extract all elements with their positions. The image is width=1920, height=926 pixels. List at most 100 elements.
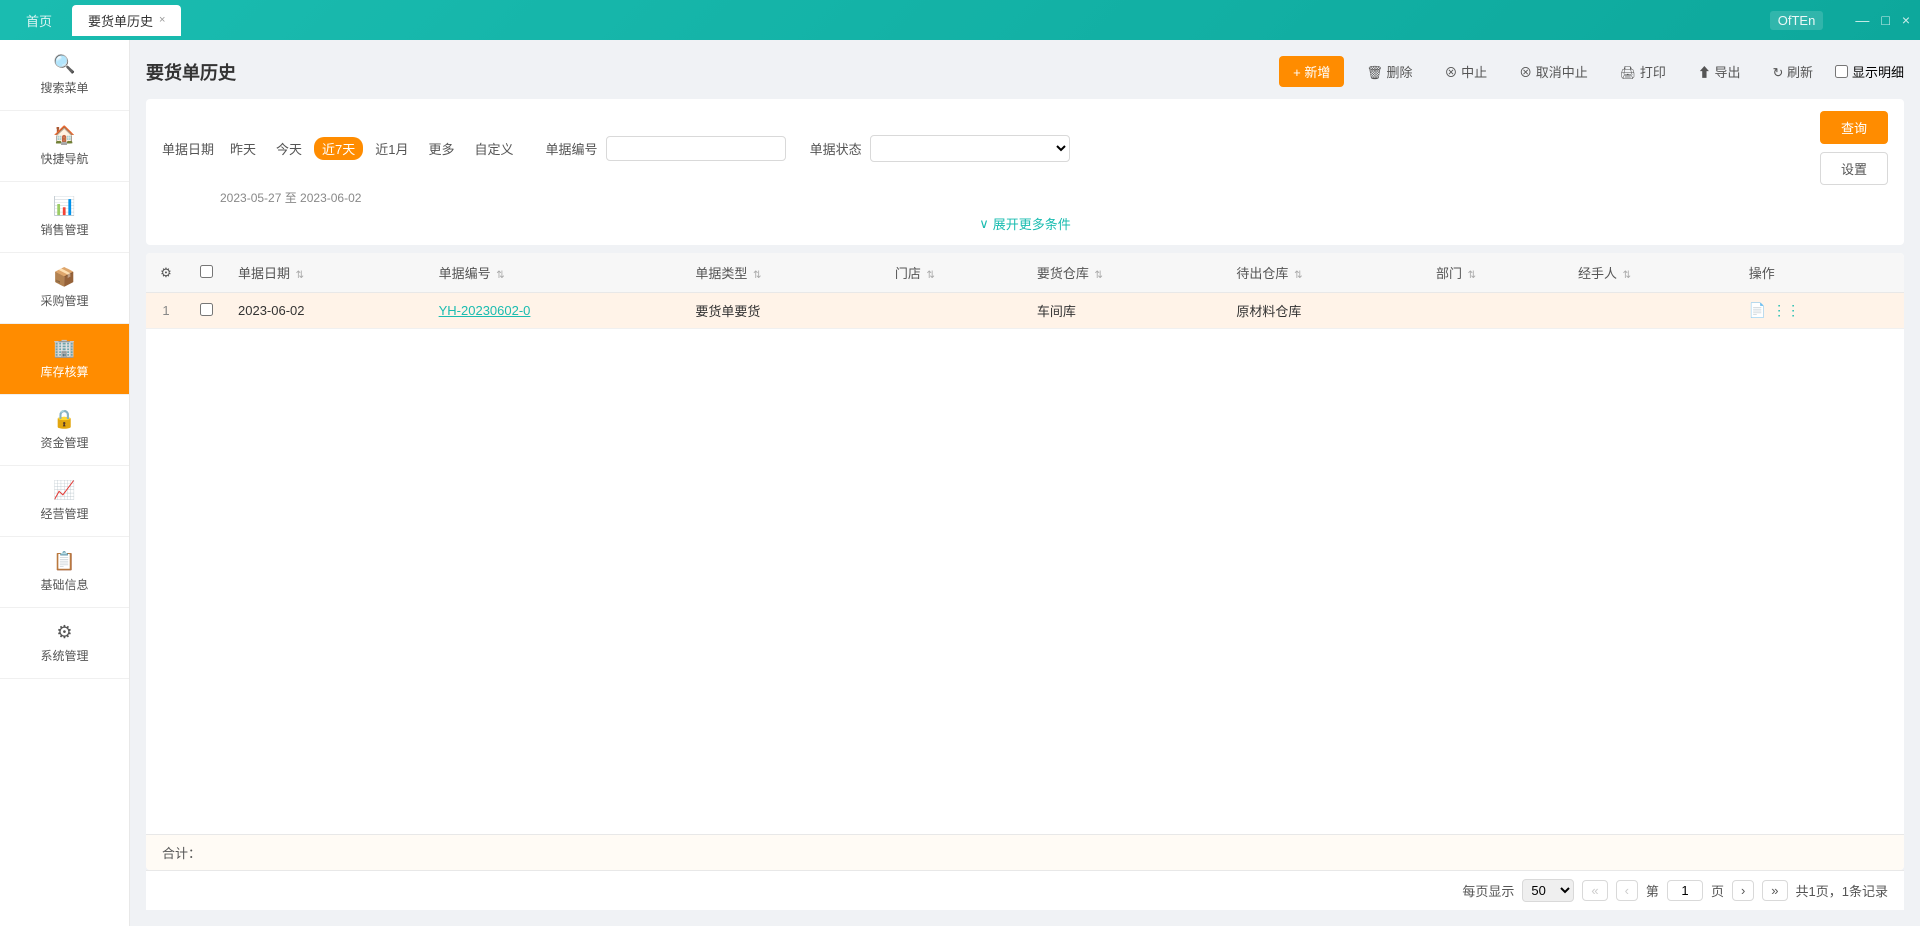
inventory-icon: 🏢 — [53, 338, 75, 359]
row-actions: 📄 ⋮⋮ — [1737, 293, 1904, 329]
display-detail-label: 显示明细 — [1852, 62, 1904, 81]
row-checkbox-cell[interactable] — [186, 293, 226, 329]
per-page-label: 每页显示 — [1462, 881, 1514, 900]
sort-icon-dept: ⇅ — [1468, 270, 1476, 281]
tab-close-icon[interactable]: × — [159, 14, 165, 26]
date-btn-7days[interactable]: 近7天 — [314, 137, 363, 160]
main-layout: 🔍 搜索菜单 🏠 快捷导航 📊 销售管理 📦 采购管理 🏢 库存核算 🔒 资金管… — [0, 40, 1920, 926]
page-label: 第 — [1646, 881, 1659, 900]
sidebar-item-inventory[interactable]: 🏢 库存核算 — [0, 324, 129, 395]
col-type[interactable]: 单据类型 ⇅ — [683, 253, 883, 293]
date-range-display: 2023-05-27 至 2023-06-02 — [220, 189, 1888, 206]
sidebar-item-system-mgmt[interactable]: ⚙ 系统管理 — [0, 608, 129, 679]
select-all-checkbox[interactable] — [200, 265, 213, 278]
row-type: 要货单要货 — [683, 293, 883, 329]
col-store[interactable]: 门店 ⇅ — [883, 253, 1025, 293]
date-btn-1month[interactable]: 近1月 — [367, 137, 416, 160]
maximize-icon[interactable]: □ — [1881, 12, 1889, 28]
sidebar-item-label: 基础信息 — [40, 576, 88, 593]
finance-icon: 🔒 — [53, 409, 75, 430]
row-checkbox[interactable] — [200, 303, 213, 316]
sort-icon-type: ⇅ — [753, 270, 761, 281]
col-settings[interactable]: ⚙ — [146, 253, 186, 293]
sidebar-item-basic-info[interactable]: 📋 基础信息 — [0, 537, 129, 608]
toolbar: + 新增 🗑 删除 ⊗ 中止 ⊗ 取消中止 🖨 打印 ⬆ 导出 ↻ 刷新 显示明… — [1279, 56, 1904, 87]
cancel-suspend-button[interactable]: ⊗ 取消中止 — [1509, 57, 1598, 86]
row-more-icon[interactable]: ⋮⋮ — [1772, 302, 1800, 319]
refresh-button[interactable]: ↻ 刷新 — [1762, 57, 1823, 86]
table-header: ⚙ 单据日期 ⇅ 单据编号 ⇅ 单据类型 — [146, 253, 1904, 293]
sidebar-item-search-menu[interactable]: 🔍 搜索菜单 — [0, 40, 129, 111]
display-detail-toggle[interactable]: 显示明细 — [1835, 62, 1904, 81]
data-table: ⚙ 单据日期 ⇅ 单据编号 ⇅ 单据类型 — [146, 253, 1904, 329]
minimize-icon[interactable]: — — [1855, 12, 1869, 28]
col-number-label: 单据编号 — [439, 266, 491, 281]
display-detail-checkbox[interactable] — [1835, 65, 1848, 78]
sort-icon-date: ⇅ — [296, 270, 304, 281]
ops-icon: 📈 — [53, 480, 75, 501]
row-number[interactable]: YH-20230602-0 — [427, 293, 684, 329]
query-button[interactable]: 查询 — [1820, 111, 1888, 144]
page-unit: 页 — [1711, 881, 1724, 900]
col-actions: 操作 — [1737, 253, 1904, 293]
col-type-label: 单据类型 — [695, 266, 747, 281]
col-dept-label: 部门 — [1436, 266, 1462, 281]
date-btn-more[interactable]: 更多 — [421, 137, 463, 160]
col-date[interactable]: 单据日期 ⇅ — [226, 253, 427, 293]
system-icon: ⚙ — [56, 622, 72, 643]
often-label: OfTEn — [1770, 11, 1824, 30]
per-page-select[interactable]: 50 20 100 — [1522, 879, 1574, 902]
export-button[interactable]: ⬆ 导出 — [1688, 57, 1751, 86]
last-page-btn[interactable]: » — [1762, 880, 1787, 901]
page-number-input[interactable] — [1667, 880, 1703, 901]
tab-active[interactable]: 要货单历史 × — [72, 5, 181, 36]
table-body: 1 2023-06-02 YH-20230602-0 要货单要货 车间库 原材料… — [146, 293, 1904, 329]
filter-row-1: 单据日期 昨天 今天 近7天 近1月 更多 自定义 单据编号 — [162, 111, 1888, 185]
footer-sum: 合计： — [146, 834, 1904, 870]
row-view-icon[interactable]: 📄 — [1749, 302, 1766, 319]
sidebar-item-quick-nav[interactable]: 🏠 快捷导航 — [0, 111, 129, 182]
sidebar-item-sales-mgmt[interactable]: 📊 销售管理 — [0, 182, 129, 253]
date-range-text: 2023-05-27 至 2023-06-02 — [220, 191, 361, 205]
date-btn-today[interactable]: 今天 — [268, 137, 310, 160]
sort-icon-handler: ⇅ — [1623, 270, 1631, 281]
sidebar-item-ops-mgmt[interactable]: 📈 经营管理 — [0, 466, 129, 537]
sidebar-item-label: 销售管理 — [40, 221, 88, 238]
sidebar-item-label: 库存核算 — [40, 363, 88, 380]
date-btn-yesterday[interactable]: 昨天 — [222, 137, 264, 160]
tab-bar: 首页 要货单历史 × — [10, 5, 1770, 36]
expand-more-btn[interactable]: ∨ 展开更多条件 — [162, 214, 1888, 233]
tab-home[interactable]: 首页 — [10, 5, 68, 36]
delete-button[interactable]: 🗑 删除 — [1356, 57, 1422, 86]
col-req-warehouse-label: 要货仓库 — [1037, 266, 1089, 281]
col-date-label: 单据日期 — [238, 266, 290, 281]
settings-button[interactable]: 设置 — [1820, 152, 1888, 185]
col-number[interactable]: 单据编号 ⇅ — [427, 253, 684, 293]
prev-page-btn[interactable]: ‹ — [1616, 880, 1638, 901]
sort-icon-req-wh: ⇅ — [1094, 270, 1102, 281]
col-dept[interactable]: 部门 ⇅ — [1424, 253, 1566, 293]
sidebar-item-purchase-mgmt[interactable]: 📦 采购管理 — [0, 253, 129, 324]
sort-icon-store: ⇅ — [927, 270, 935, 281]
col-handler[interactable]: 经手人 ⇅ — [1566, 253, 1737, 293]
col-req-warehouse[interactable]: 要货仓库 ⇅ — [1025, 253, 1225, 293]
suspend-button[interactable]: ⊗ 中止 — [1434, 57, 1497, 86]
row-number-link[interactable]: YH-20230602-0 — [439, 303, 531, 318]
add-button[interactable]: + 新增 — [1279, 56, 1344, 87]
col-handler-label: 经手人 — [1578, 266, 1617, 281]
row-dept — [1424, 293, 1566, 329]
sidebar: 🔍 搜索菜单 🏠 快捷导航 📊 销售管理 📦 采购管理 🏢 库存核算 🔒 资金管… — [0, 40, 130, 926]
top-right: OfTEn — □ × — [1770, 11, 1910, 30]
col-checkbox[interactable] — [186, 253, 226, 293]
sidebar-item-finance-mgmt[interactable]: 🔒 资金管理 — [0, 395, 129, 466]
first-page-btn[interactable]: « — [1582, 880, 1607, 901]
status-select[interactable] — [870, 135, 1070, 162]
col-pending-warehouse[interactable]: 待出仓库 ⇅ — [1224, 253, 1424, 293]
doc-number-input[interactable] — [606, 136, 786, 161]
next-page-btn[interactable]: › — [1732, 880, 1754, 901]
sidebar-item-label: 系统管理 — [40, 647, 88, 664]
close-icon[interactable]: × — [1902, 12, 1910, 28]
date-btn-custom[interactable]: 自定义 — [467, 137, 522, 160]
print-button[interactable]: 🖨 打印 — [1610, 57, 1676, 86]
pagination-bar: 每页显示 50 20 100 « ‹ 第 页 › » 共1页，1条记录 — [146, 870, 1904, 910]
